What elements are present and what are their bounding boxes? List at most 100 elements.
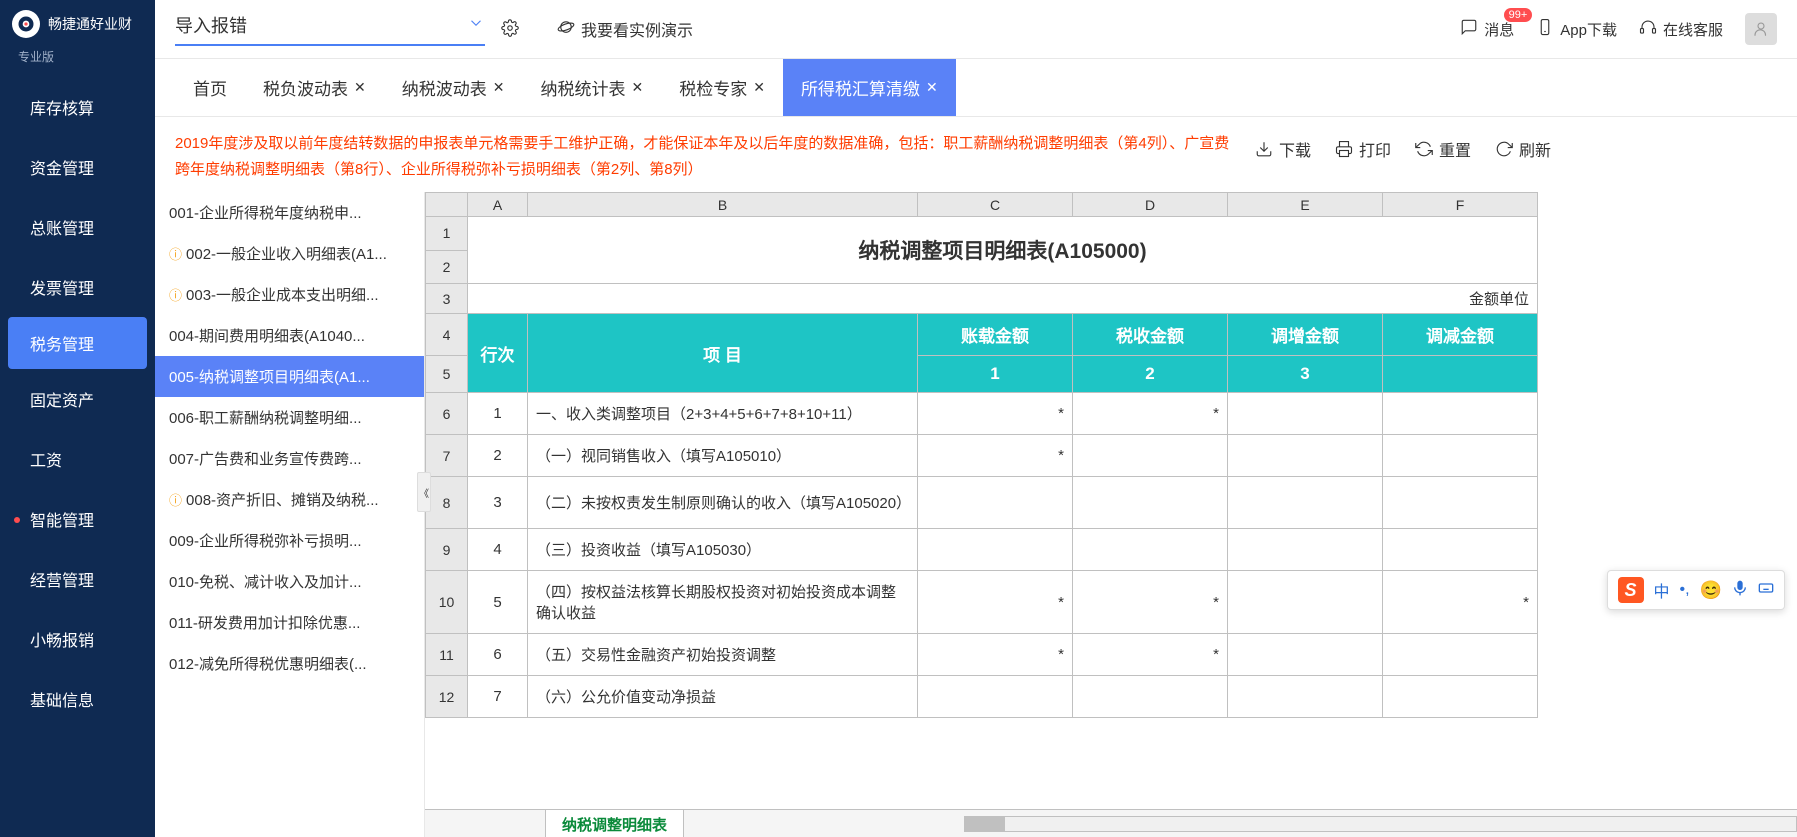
cell-e[interactable]	[1228, 435, 1383, 477]
col-head-D[interactable]: D	[1073, 193, 1228, 217]
tree-item-3[interactable]: 004-期间费用明细表(A1040...	[155, 315, 424, 356]
row-head-4[interactable]: 4	[426, 314, 468, 356]
sidebar-item-4[interactable]: 税务管理	[8, 317, 147, 369]
avatar[interactable]	[1745, 13, 1777, 45]
sheet-tab[interactable]: 纳税调整明细表	[545, 809, 684, 837]
cell-e[interactable]	[1228, 634, 1383, 676]
sidebar-item-1[interactable]: 资金管理	[0, 137, 155, 197]
sidebar-item-8[interactable]: 经营管理	[0, 549, 155, 609]
cell-proj[interactable]: 一、收入类调整项目（2+3+4+5+6+7+8+10+11）	[528, 393, 918, 435]
cell-e[interactable]	[1228, 571, 1383, 634]
row-head-1[interactable]: 1	[426, 217, 468, 251]
sidebar-item-7[interactable]: 智能管理	[0, 489, 155, 549]
cell-e[interactable]	[1228, 393, 1383, 435]
tree-item-10[interactable]: 011-研发费用加计扣除优惠...	[155, 602, 424, 643]
cell-rn[interactable]: 3	[468, 477, 528, 529]
ime-mic-icon[interactable]	[1732, 580, 1748, 601]
tree-item-8[interactable]: 009-企业所得税弥补亏损明...	[155, 520, 424, 561]
tree-item-9[interactable]: 010-免税、减计收入及加计...	[155, 561, 424, 602]
spreadsheet[interactable]: ABCDEF1纳税调整项目明细表(A105000)23金额单位4行次项 目账载金…	[425, 192, 1797, 809]
tab-0[interactable]: 首页	[175, 59, 245, 116]
cell-d[interactable]	[1073, 529, 1228, 571]
tab-5[interactable]: 所得税汇算清缴✕	[783, 59, 956, 116]
tab-2[interactable]: 纳税波动表✕	[384, 59, 523, 116]
cell-d[interactable]	[1073, 477, 1228, 529]
cell-rn[interactable]: 4	[468, 529, 528, 571]
ime-lang[interactable]: 中	[1654, 578, 1670, 602]
import-select[interactable]: 导入报错	[175, 12, 485, 46]
tree-item-6[interactable]: 007-广告费和业务宣传费跨...	[155, 438, 424, 479]
help-icon[interactable]: ⓘ	[169, 285, 182, 304]
tab-1[interactable]: 税负波动表✕	[245, 59, 384, 116]
tab-4[interactable]: 税检专家✕	[661, 59, 783, 116]
help-icon[interactable]: ⓘ	[169, 490, 182, 509]
row-head-5[interactable]: 5	[426, 356, 468, 393]
cell-rn[interactable]: 5	[468, 571, 528, 634]
row-head-9[interactable]: 9	[426, 529, 468, 571]
cell-rn[interactable]: 1	[468, 393, 528, 435]
cell-proj[interactable]: （一）视同销售收入（填写A105010）	[528, 435, 918, 477]
scrollbar-thumb[interactable]	[965, 817, 1005, 831]
sidebar-item-2[interactable]: 总账管理	[0, 197, 155, 257]
sidebar-item-5[interactable]: 固定资产	[0, 369, 155, 429]
cell-e[interactable]	[1228, 477, 1383, 529]
cell-proj[interactable]: （六）公允价值变动净损益	[528, 676, 918, 718]
cell-c[interactable]	[918, 477, 1073, 529]
close-icon[interactable]: ✕	[631, 79, 643, 96]
demo-link[interactable]: 我要看实例演示	[557, 17, 693, 41]
close-icon[interactable]: ✕	[926, 79, 938, 96]
app-download-button[interactable]: App下载	[1536, 18, 1617, 40]
cell-f[interactable]	[1383, 634, 1538, 676]
cell-c[interactable]: *	[918, 435, 1073, 477]
help-icon[interactable]: ⓘ	[169, 244, 182, 263]
cell-d[interactable]: *	[1073, 634, 1228, 676]
tree-item-1[interactable]: ⓘ002-一般企业收入明细表(A1...	[155, 233, 424, 274]
cell-rn[interactable]: 2	[468, 435, 528, 477]
sidebar-item-6[interactable]: 工资	[0, 429, 155, 489]
close-icon[interactable]: ✕	[753, 79, 765, 96]
cell-rn[interactable]: 7	[468, 676, 528, 718]
row-head-3[interactable]: 3	[426, 284, 468, 314]
cell-proj[interactable]: （五）交易性金融资产初始投资调整	[528, 634, 918, 676]
col-head-A[interactable]: A	[468, 193, 528, 217]
tree-item-5[interactable]: 006-职工薪酬纳税调整明细...	[155, 397, 424, 438]
sidebar-item-0[interactable]: 库存核算	[0, 77, 155, 137]
row-head-11[interactable]: 11	[426, 634, 468, 676]
collapse-handle[interactable]: 《	[417, 472, 431, 512]
ime-emoji-icon[interactable]: 😊	[1700, 580, 1722, 601]
gear-icon[interactable]	[501, 19, 521, 39]
cell-d[interactable]	[1073, 676, 1228, 718]
cell-f[interactable]	[1383, 477, 1538, 529]
reset-button[interactable]: 重置	[1415, 137, 1471, 161]
col-head-C[interactable]: C	[918, 193, 1073, 217]
cell-d[interactable]: *	[1073, 393, 1228, 435]
cell-c[interactable]: *	[918, 393, 1073, 435]
sidebar-item-10[interactable]: 基础信息	[0, 669, 155, 729]
row-head-7[interactable]: 7	[426, 435, 468, 477]
cell-proj[interactable]: （三）投资收益（填写A105030）	[528, 529, 918, 571]
row-head-6[interactable]: 6	[426, 393, 468, 435]
cell-d[interactable]	[1073, 435, 1228, 477]
horizontal-scrollbar[interactable]	[964, 816, 1797, 832]
row-head-12[interactable]: 12	[426, 676, 468, 718]
cell-e[interactable]	[1228, 676, 1383, 718]
tree-item-11[interactable]: 012-减免所得税优惠明细表(...	[155, 643, 424, 684]
cell-f[interactable]	[1383, 393, 1538, 435]
close-icon[interactable]: ✕	[493, 79, 505, 96]
row-head-8[interactable]: 8	[426, 477, 468, 529]
close-icon[interactable]: ✕	[354, 79, 366, 96]
col-head-B[interactable]: B	[528, 193, 918, 217]
cell-proj[interactable]: （四）按权益法核算长期股权投资对初始投资成本调整确认收益	[528, 571, 918, 634]
cell-f[interactable]	[1383, 435, 1538, 477]
corner-cell[interactable]	[426, 193, 468, 217]
row-head-10[interactable]: 10	[426, 571, 468, 634]
refresh-button[interactable]: 刷新	[1495, 137, 1551, 161]
tree-item-7[interactable]: ⓘ008-资产折旧、摊销及纳税...	[155, 479, 424, 520]
tree-item-4[interactable]: 005-纳税调整项目明细表(A1...	[155, 356, 424, 397]
ime-bar[interactable]: S 中 •, 😊	[1607, 570, 1785, 610]
cell-c[interactable]: *	[918, 634, 1073, 676]
sidebar-item-9[interactable]: 小畅报销	[0, 609, 155, 669]
ime-keyboard-icon[interactable]	[1758, 580, 1774, 601]
tree-item-0[interactable]: 001-企业所得税年度纳税申...	[155, 192, 424, 233]
sidebar-item-3[interactable]: 发票管理	[0, 257, 155, 317]
